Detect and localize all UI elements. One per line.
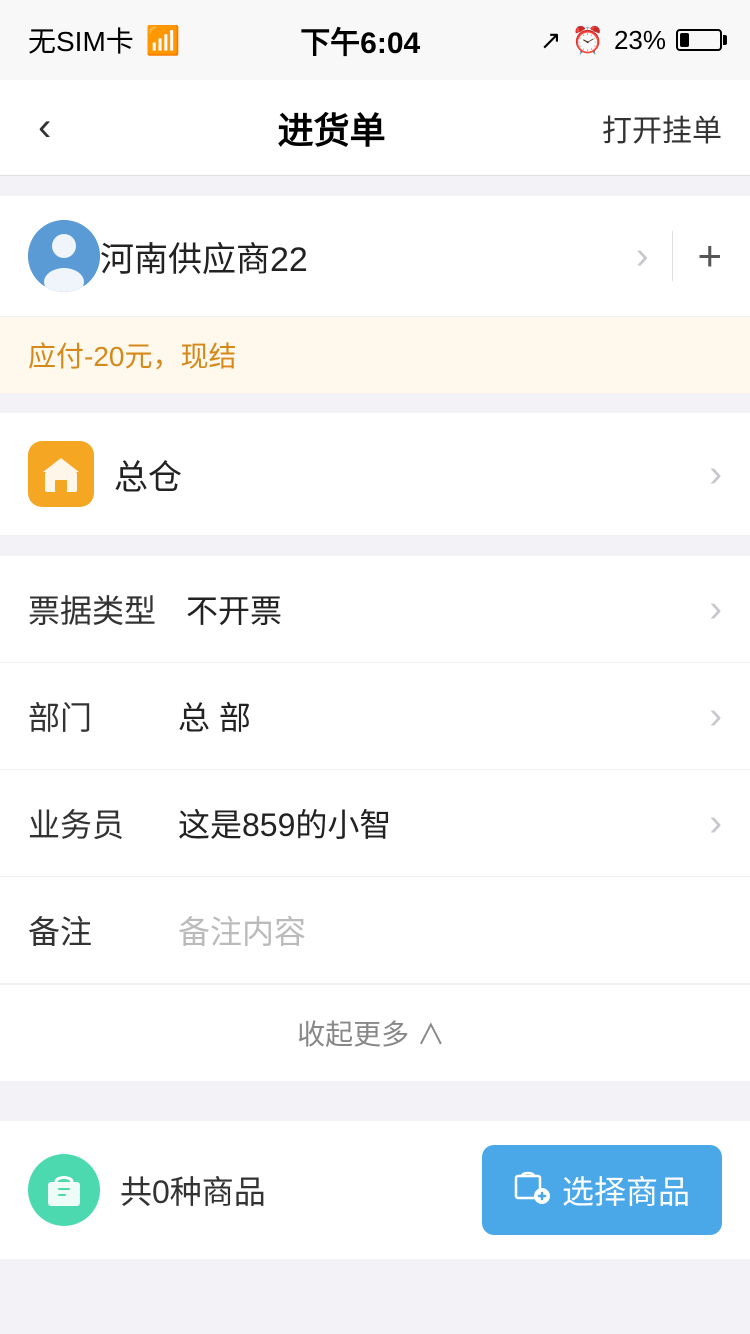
- product-count-label: 共0种商品: [120, 1167, 482, 1213]
- status-left: 无SIM卡 📶: [28, 20, 181, 60]
- bottom-bar: 共0种商品 选择商品: [0, 1121, 750, 1259]
- status-right: ↗ ⏰ 23%: [540, 25, 722, 56]
- select-product-icon: [514, 1168, 550, 1212]
- section-gap-2: [0, 393, 750, 413]
- invoice-type-chevron-icon: [709, 588, 722, 631]
- section-gap-3: [0, 536, 750, 556]
- page-title: 进货单: [278, 102, 386, 154]
- salesperson-label: 业务员: [28, 800, 148, 846]
- section-gap-1: [0, 176, 750, 196]
- open-pending-button[interactable]: 打开挂单: [602, 106, 722, 150]
- supplier-section: 河南供应商22 + 应付-20元，现结: [0, 196, 750, 393]
- warehouse-label: 总仓: [114, 450, 709, 499]
- section-gap-4: [0, 1081, 750, 1101]
- department-row[interactable]: 部门 总 部: [0, 663, 750, 770]
- department-chevron-icon: [709, 695, 722, 738]
- vertical-divider: [672, 231, 673, 281]
- salesperson-value: 这是859的小智: [178, 800, 709, 846]
- warehouse-icon: [28, 441, 94, 507]
- warehouse-row[interactable]: 总仓: [0, 413, 750, 536]
- add-button[interactable]: +: [697, 232, 722, 280]
- battery-icon: [676, 29, 722, 51]
- time-label: 下午6:04: [300, 18, 420, 62]
- collapse-row[interactable]: 收起更多 ∧: [0, 984, 750, 1081]
- status-bar: 无SIM卡 📶 下午6:04 ↗ ⏰ 23%: [0, 0, 750, 80]
- back-button[interactable]: ‹: [28, 95, 61, 160]
- remark-input[interactable]: 备注内容: [178, 907, 722, 953]
- salesperson-chevron-icon: [709, 802, 722, 845]
- invoice-type-value: 不开票: [186, 586, 709, 632]
- carrier-label: 无SIM卡: [28, 20, 134, 60]
- supplier-row[interactable]: 河南供应商22 +: [0, 196, 750, 317]
- collapse-label: 收起更多 ∧: [297, 1013, 445, 1053]
- warehouse-chevron-icon: [709, 453, 722, 496]
- select-product-button[interactable]: 选择商品: [482, 1145, 722, 1235]
- salesperson-row[interactable]: 业务员 这是859的小智: [0, 770, 750, 877]
- department-value: 总 部: [178, 693, 709, 739]
- remark-row[interactable]: 备注 备注内容: [0, 877, 750, 984]
- department-label: 部门: [28, 693, 148, 739]
- nav-bar: ‹ 进货单 打开挂单: [0, 80, 750, 176]
- form-section: 票据类型 不开票 部门 总 部 业务员 这是859的小智 备注 备注内容 收起更…: [0, 556, 750, 1081]
- product-icon: [28, 1154, 100, 1226]
- supplier-avatar: [28, 220, 100, 292]
- invoice-type-label: 票据类型: [28, 586, 156, 632]
- battery-percent: 23%: [614, 25, 666, 56]
- invoice-type-row[interactable]: 票据类型 不开票: [0, 556, 750, 663]
- supplier-name: 河南供应商22: [100, 232, 636, 281]
- warehouse-section: 总仓: [0, 413, 750, 536]
- select-product-label: 选择商品: [562, 1167, 690, 1213]
- remark-label: 备注: [28, 907, 148, 953]
- alarm-icon: ⏰: [572, 25, 604, 56]
- supplier-chevron-icon: [636, 235, 649, 278]
- location-icon: ↗: [540, 25, 562, 56]
- wifi-icon: 📶: [146, 24, 181, 57]
- warning-banner: 应付-20元，现结: [0, 317, 750, 393]
